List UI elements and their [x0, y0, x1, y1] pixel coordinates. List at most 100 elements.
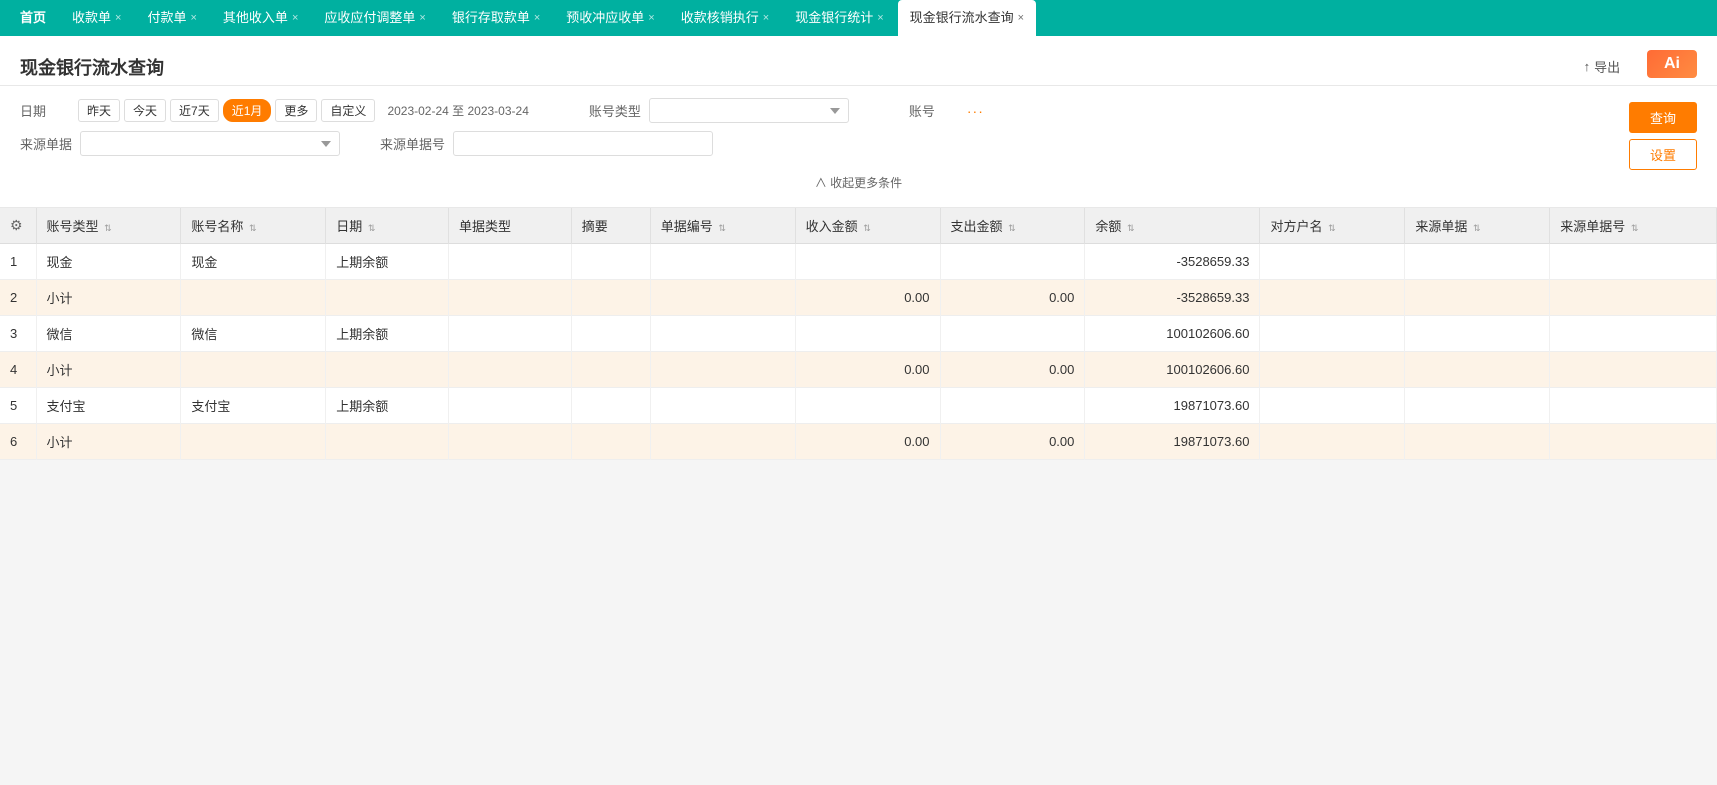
date-7days-btn[interactable]: 近7天: [170, 99, 219, 122]
source-doc-no-input[interactable]: [453, 131, 713, 156]
date-custom-btn[interactable]: 自定义: [321, 99, 375, 122]
close-bank-stats-icon[interactable]: ×: [877, 0, 883, 36]
sort-source-doc-no-icon: ⇅: [1631, 223, 1639, 233]
nav-tab-payment[interactable]: 付款单 ×: [135, 0, 208, 36]
nav-tab-bank-stats-label: 现金银行统计: [795, 0, 873, 36]
row-summary: [571, 352, 650, 388]
col-account-name[interactable]: 账号名称 ⇅: [181, 208, 326, 244]
table-row-subtotal: 4 小计 0.00 0.00 100102606.60: [0, 352, 1717, 388]
nav-tab-other-income[interactable]: 其他收入单 ×: [211, 0, 310, 36]
col-counterpart[interactable]: 对方户名 ⇅: [1260, 208, 1405, 244]
nav-tab-home[interactable]: 首页: [8, 0, 58, 36]
close-receipt-icon[interactable]: ×: [115, 0, 121, 36]
row-income: [795, 316, 940, 352]
close-bank-deposit-icon[interactable]: ×: [534, 0, 540, 36]
row-account-type: 支付宝: [36, 388, 181, 424]
row-income: [795, 244, 940, 280]
nav-tab-payment-label: 付款单: [147, 0, 186, 36]
row-account-name: 微信: [181, 316, 326, 352]
nav-tab-receipt[interactable]: 收款单 ×: [60, 0, 133, 36]
col-doc-no[interactable]: 单据编号 ⇅: [650, 208, 795, 244]
collapse-bar[interactable]: ∧ 收起更多条件: [20, 170, 1697, 195]
nav-tab-prepay[interactable]: 预收冲应收单 ×: [554, 0, 666, 36]
row-income: [795, 388, 940, 424]
date-today-btn[interactable]: 今天: [124, 99, 166, 122]
row-expense: 0.00: [940, 280, 1085, 316]
row-summary: [571, 244, 650, 280]
export-button[interactable]: ↑ 导出: [1576, 53, 1629, 80]
nav-tab-other-income-label: 其他收入单: [223, 0, 288, 36]
col-expense[interactable]: 支出金额 ⇅: [940, 208, 1085, 244]
row-source-doc-no: [1550, 280, 1717, 316]
table-row: 5 支付宝 支付宝 上期余额 19871073.60: [0, 388, 1717, 424]
row-account-type: 微信: [36, 316, 181, 352]
gear-icon[interactable]: ⚙: [10, 217, 23, 233]
nav-tab-bank-deposit[interactable]: 银行存取款单 ×: [440, 0, 552, 36]
account-group: 账号 ···: [909, 101, 984, 120]
nav-tab-collection[interactable]: 收款核销执行 ×: [669, 0, 781, 36]
header-actions: ↑ 导出 ↺ 刷新 Ai: [1576, 53, 1697, 80]
sort-expense-icon: ⇅: [1008, 223, 1016, 233]
ai-badge[interactable]: Ai: [1647, 50, 1697, 78]
row-doc-type: [448, 424, 571, 460]
export-icon: ↑: [1584, 59, 1591, 74]
col-summary[interactable]: 摘要: [571, 208, 650, 244]
nav-tab-adjustment[interactable]: 应收应付调整单 ×: [312, 0, 437, 36]
row-doc-no: [650, 280, 795, 316]
row-account-name: [181, 352, 326, 388]
account-dots-btn[interactable]: ···: [967, 103, 984, 119]
sort-counterpart-icon: ⇅: [1328, 223, 1336, 233]
col-date[interactable]: 日期 ⇅: [326, 208, 449, 244]
nav-tab-prepay-label: 预收冲应收单: [566, 0, 644, 36]
nav-tab-adjustment-label: 应收应付调整单: [324, 0, 415, 36]
date-1month-btn[interactable]: 近1月: [223, 99, 272, 122]
col-income[interactable]: 收入金额 ⇅: [795, 208, 940, 244]
row-income: 0.00: [795, 424, 940, 460]
row-account-name: 现金: [181, 244, 326, 280]
row-source-doc: [1405, 352, 1550, 388]
date-more-btn[interactable]: 更多: [275, 99, 317, 122]
sort-account-name-icon: ⇅: [249, 223, 257, 233]
col-balance[interactable]: 余额 ⇅: [1085, 208, 1260, 244]
col-doc-type[interactable]: 单据类型: [448, 208, 571, 244]
col-account-type[interactable]: 账号类型 ⇅: [36, 208, 181, 244]
row-counterpart: [1260, 424, 1405, 460]
sort-income-icon: ⇅: [863, 223, 871, 233]
close-payment-icon[interactable]: ×: [190, 0, 196, 36]
row-expense: [940, 388, 1085, 424]
col-income-label: 收入金额: [806, 219, 858, 234]
row-doc-type: [448, 244, 571, 280]
source-doc-no-label: 来源单据号: [380, 134, 445, 153]
row-doc-type: [448, 316, 571, 352]
row-expense: [940, 244, 1085, 280]
nav-tab-bank-flow[interactable]: 现金银行流水查询 ×: [898, 0, 1036, 36]
collapse-icon: ∧: [815, 176, 827, 190]
settings-button[interactable]: 设置: [1629, 139, 1697, 170]
query-button[interactable]: 查询: [1629, 102, 1697, 133]
account-type-select[interactable]: [649, 98, 849, 123]
row-summary: [571, 424, 650, 460]
nav-tab-bank-stats[interactable]: 现金银行统计 ×: [783, 0, 895, 36]
close-adjustment-icon[interactable]: ×: [419, 0, 425, 36]
close-collection-icon[interactable]: ×: [763, 0, 769, 36]
col-balance-label: 余额: [1095, 219, 1121, 234]
col-settings[interactable]: ⚙: [0, 208, 36, 244]
row-source-doc-no: [1550, 424, 1717, 460]
table-container: ⚙ 账号类型 ⇅ 账号名称 ⇅ 日期 ⇅ 单据类型 摘要: [0, 208, 1717, 460]
col-date-label: 日期: [336, 219, 362, 234]
source-doc-group: 来源单据: [20, 131, 340, 156]
source-doc-no-group: 来源单据号: [380, 131, 713, 156]
col-source-doc[interactable]: 来源单据 ⇅: [1405, 208, 1550, 244]
close-prepay-icon[interactable]: ×: [648, 0, 654, 36]
col-doc-type-label: 单据类型: [459, 219, 511, 234]
date-yesterday-btn[interactable]: 昨天: [78, 99, 120, 122]
row-counterpart: [1260, 316, 1405, 352]
row-balance: 19871073.60: [1085, 424, 1260, 460]
row-index: 4: [0, 352, 36, 388]
close-other-income-icon[interactable]: ×: [292, 0, 298, 36]
source-doc-select[interactable]: [80, 131, 340, 156]
close-bank-flow-icon[interactable]: ×: [1018, 0, 1024, 36]
col-source-doc-no[interactable]: 来源单据号 ⇅: [1550, 208, 1717, 244]
row-account-name: [181, 280, 326, 316]
col-doc-no-label: 单据编号: [661, 219, 713, 234]
